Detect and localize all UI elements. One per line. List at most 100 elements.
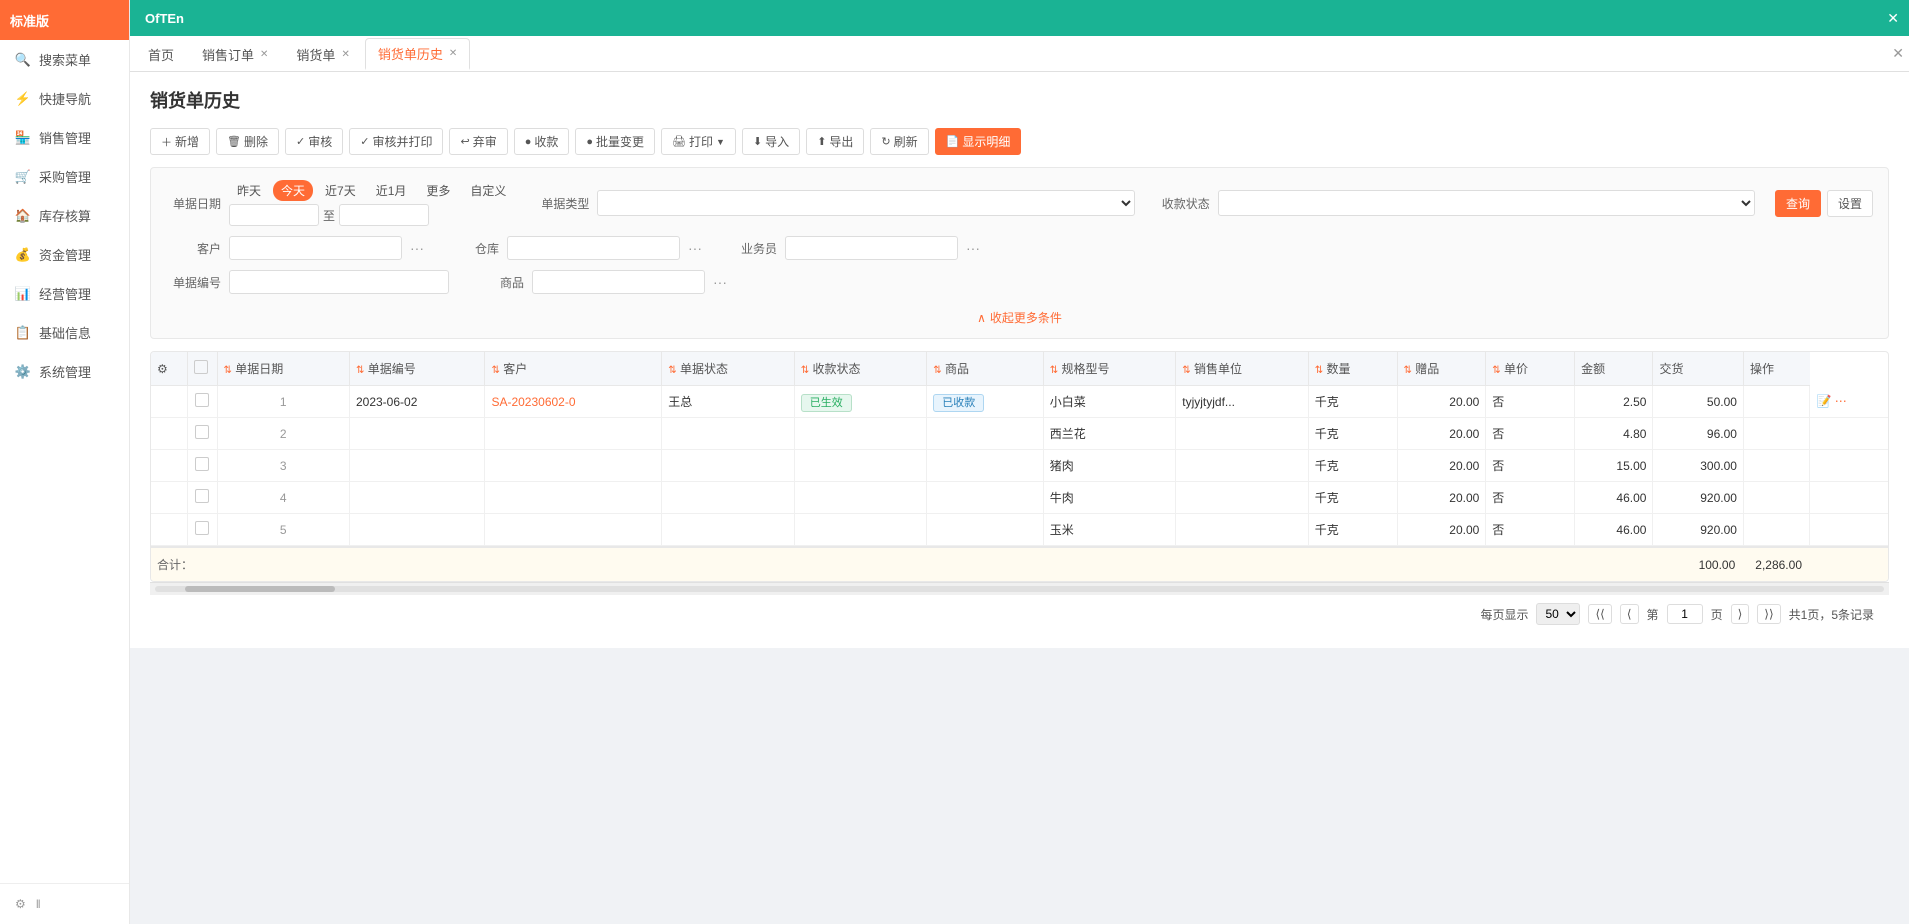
- date-tag-today[interactable]: 今天: [273, 180, 313, 201]
- date-from-input[interactable]: 2023-06-02: [229, 204, 319, 226]
- search-button[interactable]: 查询: [1775, 190, 1821, 217]
- tab-sales-history[interactable]: 销货单历史 ✕: [365, 38, 470, 70]
- print-button[interactable]: 🖨 打印 ▼: [661, 128, 736, 155]
- last-page-btn[interactable]: ⟩⟩: [1757, 604, 1780, 624]
- tab-sales-order[interactable]: 销售订单 ✕: [189, 38, 281, 70]
- sidebar-collapse-icon[interactable]: ‖: [36, 897, 41, 911]
- sidebar-settings-icon[interactable]: ⚙: [15, 897, 26, 911]
- col-price-header[interactable]: ⇅ 单价: [1486, 352, 1575, 386]
- doc-type-select[interactable]: [597, 190, 1134, 216]
- refresh-button[interactable]: ↻ 刷新: [870, 128, 928, 155]
- sidebar-item-finance[interactable]: 💰 资金管理: [0, 235, 129, 274]
- warehouse-input[interactable]: [507, 236, 680, 260]
- col-docstatus-header[interactable]: ⇅ 单据状态: [662, 352, 794, 386]
- col-goods-header[interactable]: ⇅ 商品: [927, 352, 1044, 386]
- header-close-btn[interactable]: ✕: [1887, 10, 1899, 27]
- sidebar-item-operations[interactable]: 📊 经营管理: [0, 274, 129, 313]
- date-tag-custom[interactable]: 自定义: [462, 180, 514, 201]
- collapse-btn[interactable]: ∧ 收起更多条件: [166, 304, 1873, 326]
- row-docno-0[interactable]: SA-20230602-0: [485, 386, 662, 418]
- row-docno-3[interactable]: [485, 482, 662, 514]
- col-gift-header[interactable]: ⇅ 赠品: [1397, 352, 1486, 386]
- agent-more-icon[interactable]: ···: [966, 240, 980, 256]
- col-qty-header[interactable]: ⇅ 数量: [1308, 352, 1397, 386]
- add-button[interactable]: ＋ 新增: [150, 128, 210, 155]
- col-date-header[interactable]: ⇅ 单据日期: [217, 352, 349, 386]
- row-select-3[interactable]: [195, 489, 209, 503]
- export-button[interactable]: ⬆ 导出: [806, 128, 864, 155]
- col-unit-header[interactable]: ⇅ 销售单位: [1176, 352, 1308, 386]
- row-docno-2[interactable]: [485, 450, 662, 482]
- settings-filter-button[interactable]: 设置: [1827, 190, 1873, 217]
- import-button[interactable]: ⬇ 导入: [742, 128, 800, 155]
- page-input[interactable]: [1667, 604, 1703, 624]
- col-paystatus-header[interactable]: ⇅ 收款状态: [794, 352, 926, 386]
- date-tag-yesterday[interactable]: 昨天: [229, 180, 269, 201]
- date-to-input[interactable]: 2023-06-02: [339, 204, 429, 226]
- row-select-2[interactable]: [195, 457, 209, 471]
- horizontal-scrollbar[interactable]: [150, 582, 1889, 594]
- goods-input[interactable]: [532, 270, 705, 294]
- date-tag-7days[interactable]: 近7天: [317, 180, 364, 201]
- col-docno-header[interactable]: ⇅ 单据编号: [349, 352, 484, 386]
- show-detail-button[interactable]: 📄 显示明细: [935, 128, 1022, 155]
- filter-date-area: 昨天 今天 近7天 近1月 更多 自定义 2023-06-02 至 2023-0…: [229, 180, 514, 226]
- col-checkbox-header[interactable]: [187, 352, 217, 386]
- sidebar-item-quicknav[interactable]: ⚡ 快捷导航: [0, 79, 129, 118]
- sidebar-item-inventory[interactable]: 🏠 库存核算: [0, 196, 129, 235]
- customer-more-icon[interactable]: ···: [410, 240, 424, 256]
- sidebar-item-system[interactable]: ⚙️ 系统管理: [0, 352, 129, 391]
- delete-button[interactable]: 🗑 删除: [216, 128, 279, 155]
- sidebar-logo: 标准版: [0, 0, 129, 40]
- row-select-1[interactable]: [195, 425, 209, 439]
- tab-sales-goods[interactable]: 销货单 ✕: [283, 38, 362, 70]
- scrollbar-thumb[interactable]: [185, 586, 335, 592]
- audit-icon: ✓: [296, 135, 305, 148]
- col-customer-header[interactable]: ⇅ 客户: [485, 352, 662, 386]
- tab-home[interactable]: 首页: [135, 38, 187, 70]
- audit-print-button[interactable]: ✓ 审核并打印: [349, 128, 443, 155]
- audit-button[interactable]: ✓ 审核: [285, 128, 343, 155]
- prev-page-btn[interactable]: ⟨: [1620, 604, 1639, 624]
- row-docno-1[interactable]: [485, 418, 662, 450]
- tabbar-close-all[interactable]: ✕: [1892, 45, 1904, 62]
- col-settings[interactable]: ⚙: [151, 352, 187, 386]
- row-checkbox-0[interactable]: [187, 386, 217, 418]
- row-checkbox-1[interactable]: [187, 418, 217, 450]
- col-spec-header[interactable]: ⇅ 规格型号: [1043, 352, 1175, 386]
- agent-label: 业务员: [722, 240, 777, 257]
- row-select-0[interactable]: [195, 393, 209, 407]
- docno-input[interactable]: [229, 270, 449, 294]
- action-edit-0[interactable]: 📝: [1816, 394, 1831, 408]
- action-more-0[interactable]: ⋯: [1835, 394, 1847, 408]
- row-checkbox-2[interactable]: [187, 450, 217, 482]
- row-select-4[interactable]: [195, 521, 209, 535]
- select-all-checkbox[interactable]: [194, 360, 208, 374]
- next-page-btn[interactable]: ⟩: [1731, 604, 1750, 624]
- row-checkbox-3[interactable]: [187, 482, 217, 514]
- date-tag-1month[interactable]: 近1月: [368, 180, 415, 201]
- tab-close-sales-order[interactable]: ✕: [260, 49, 268, 60]
- delete-icon: 🗑: [227, 135, 241, 148]
- table-summary: 合计： 100.00 2,286.00: [151, 546, 1888, 581]
- tab-close-sales-history[interactable]: ✕: [449, 48, 457, 59]
- batch-change-button[interactable]: ● 批量变更: [575, 128, 655, 155]
- date-tag-more[interactable]: 更多: [418, 180, 458, 201]
- row-checkbox-4[interactable]: [187, 514, 217, 546]
- customer-input[interactable]: [229, 236, 402, 260]
- first-page-btn[interactable]: ⟨⟨: [1588, 604, 1611, 624]
- collect-button[interactable]: ● 收款: [514, 128, 570, 155]
- row-docno-4[interactable]: [485, 514, 662, 546]
- sidebar-item-purchase[interactable]: 🛒 采购管理: [0, 157, 129, 196]
- agent-input[interactable]: [785, 236, 958, 260]
- abandon-button[interactable]: ↩ 弃审: [449, 128, 507, 155]
- print-dropdown-icon: ▼: [716, 137, 725, 147]
- sidebar-item-search[interactable]: 🔍 搜索菜单: [0, 40, 129, 79]
- per-page-select[interactable]: 50: [1536, 603, 1580, 625]
- sidebar-item-sales[interactable]: 🏪 销售管理: [0, 118, 129, 157]
- pay-status-select[interactable]: [1218, 190, 1755, 216]
- tab-close-sales-goods[interactable]: ✕: [341, 49, 349, 60]
- sidebar-item-base[interactable]: 📋 基础信息: [0, 313, 129, 352]
- warehouse-more-icon[interactable]: ···: [688, 240, 702, 256]
- goods-more-icon[interactable]: ···: [713, 274, 727, 290]
